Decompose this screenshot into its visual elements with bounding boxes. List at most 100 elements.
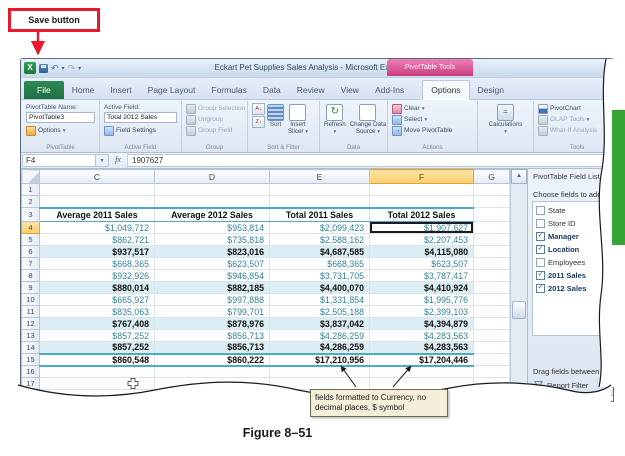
row-header-17[interactable]: 17 (21, 377, 40, 390)
cell-G17[interactable] (473, 377, 510, 390)
cell-F9[interactable]: $4,410,924 (369, 281, 474, 294)
cell-D17[interactable] (154, 377, 270, 390)
cell-C17[interactable] (39, 377, 155, 390)
tab-design[interactable]: Design (470, 81, 512, 99)
cell-D12[interactable]: $878,976 (154, 317, 270, 330)
field-list-item-location[interactable]: ✓ Location (536, 243, 613, 256)
cell-D19[interactable] (155, 402, 270, 403)
cell-E8[interactable]: $3,731,705 (269, 269, 370, 282)
cell-C4[interactable]: $1,049,712 (39, 221, 155, 234)
row-header-3[interactable]: 3 (21, 207, 40, 222)
cell-D13[interactable]: $856,713 (154, 329, 270, 342)
cell-F10[interactable]: $1,995,776 (369, 293, 474, 306)
row-header-12[interactable]: 12 (21, 317, 40, 330)
cell-F7[interactable]: $623,507 (369, 257, 474, 270)
cell-G7[interactable] (473, 257, 510, 270)
cell-G16[interactable] (473, 365, 510, 378)
cell-F14[interactable]: $4,283,563 (369, 341, 474, 354)
cell-G15[interactable] (473, 353, 510, 366)
calculations-button[interactable]: = Calculations ▾ (487, 103, 525, 136)
cell-D11[interactable]: $799,701 (154, 305, 270, 318)
row-header-14[interactable]: 14 (21, 341, 40, 354)
cell-C1[interactable] (39, 183, 155, 196)
undo-icon[interactable]: ↶ (51, 63, 59, 73)
row-header-15[interactable]: 15 (21, 353, 40, 366)
cell-C5[interactable]: $862,721 (39, 233, 155, 246)
cell-F3[interactable]: Total 2012 Sales (369, 206, 474, 222)
cell-E14[interactable]: $4,286,259 (269, 341, 370, 354)
unchecked-checkbox-icon[interactable] (536, 258, 545, 267)
tab-page-layout[interactable]: Page Layout (140, 81, 204, 99)
unchecked-checkbox-icon[interactable] (536, 206, 545, 215)
options-button[interactable]: Options ▾ (24, 125, 97, 136)
cell-D9[interactable]: $882,185 (154, 281, 270, 294)
cell-E17[interactable] (269, 377, 370, 390)
row-header-7[interactable]: 7 (21, 257, 40, 270)
cell-E15[interactable]: $17,210,956 (269, 352, 370, 367)
cell-C11[interactable]: $835,063 (39, 305, 155, 318)
sort-descending-icon[interactable]: Z↓ (252, 116, 265, 128)
tab-view[interactable]: View (333, 81, 367, 99)
cell-C15[interactable]: $860,548 (39, 352, 155, 367)
cell-G19[interactable] (474, 402, 510, 403)
column-header-F[interactable]: F (369, 169, 474, 184)
sort-button[interactable]: Sort (265, 103, 286, 130)
field-list-item-employees[interactable]: Employees (536, 256, 613, 269)
cell-G4[interactable] (473, 221, 510, 234)
tab-options[interactable]: Options (422, 80, 470, 100)
field-list-item-2011-sales[interactable]: ✓ 2011 Sales (536, 269, 613, 282)
cell-E16[interactable] (269, 365, 370, 378)
row-header-2[interactable]: 2 (21, 195, 40, 208)
cell-C9[interactable]: $880,014 (39, 281, 155, 294)
cell-E9[interactable]: $4,400,070 (269, 281, 370, 294)
column-header-E[interactable]: E (269, 169, 370, 184)
cell-F5[interactable]: $2,207,453 (369, 233, 474, 246)
tab-insert[interactable]: Insert (102, 81, 139, 99)
cell-G8[interactable] (473, 269, 510, 282)
cell-C14[interactable]: $857,252 (39, 341, 155, 354)
save-icon[interactable] (39, 63, 48, 73)
name-box[interactable]: F4 (22, 154, 96, 167)
field-list-item-2012-sales[interactable]: ✓ 2012 Sales (536, 282, 613, 295)
tab-home[interactable]: Home (64, 81, 103, 99)
customize-qat-icon[interactable]: ▾ (78, 65, 81, 72)
cell-D8[interactable]: $946,854 (154, 269, 270, 282)
cell-D3[interactable]: Average 2012 Sales (154, 206, 270, 222)
redo-icon[interactable]: ↷ (68, 63, 76, 73)
tab-formulas[interactable]: Formulas (203, 81, 254, 99)
cell-C3[interactable]: Average 2011 Sales (39, 206, 155, 222)
cell-C2[interactable] (39, 195, 155, 208)
cell-G13[interactable] (473, 329, 510, 342)
what-if-analysis-button[interactable]: What-If Analysis (536, 125, 613, 136)
group-selection-button[interactable]: Group Selection (184, 103, 245, 114)
cell-D4[interactable]: $953,814 (154, 221, 270, 234)
cell-D7[interactable]: $623,507 (154, 257, 270, 270)
cell-C13[interactable]: $857,252 (39, 329, 155, 342)
cell-F4[interactable]: $1,907,627 (369, 221, 474, 234)
field-settings-button[interactable]: Field Settings (102, 125, 179, 136)
row-header-4[interactable]: 4 (21, 221, 40, 234)
cell-G9[interactable] (473, 281, 510, 294)
pivottable-name-input[interactable]: PivotTable3 (26, 112, 95, 123)
cell-D5[interactable]: $735,818 (154, 233, 270, 246)
row-header-6[interactable]: 6 (21, 245, 40, 258)
cell-F12[interactable]: $4,394,879 (369, 317, 474, 330)
cell-E1[interactable] (269, 183, 370, 196)
group-field-button[interactable]: Group Field (184, 125, 245, 136)
sort-ascending-icon[interactable]: A↓ (252, 103, 265, 115)
cell-G5[interactable] (473, 233, 510, 246)
active-field-input[interactable]: Total 2012 Sales (104, 112, 177, 123)
cell-F15[interactable]: $17,204,446 (369, 352, 474, 367)
cell-G10[interactable] (473, 293, 510, 306)
cell-E13[interactable]: $4,286,259 (269, 329, 370, 342)
cell-D14[interactable]: $856,713 (154, 341, 270, 354)
tab-review[interactable]: Review (289, 81, 333, 99)
tab-add-ins[interactable]: Add-Ins (367, 81, 412, 99)
cell-G18[interactable] (473, 389, 510, 401)
cell-D18[interactable] (154, 389, 270, 401)
cell-G2[interactable] (473, 195, 510, 208)
cell-E4[interactable]: $2,099,423 (269, 221, 370, 234)
insert-slicer-button[interactable]: Insert Slicer ▾ (286, 103, 310, 137)
cell-F13[interactable]: $4,283,563 (369, 329, 474, 342)
row-header-5[interactable]: 5 (21, 233, 40, 246)
